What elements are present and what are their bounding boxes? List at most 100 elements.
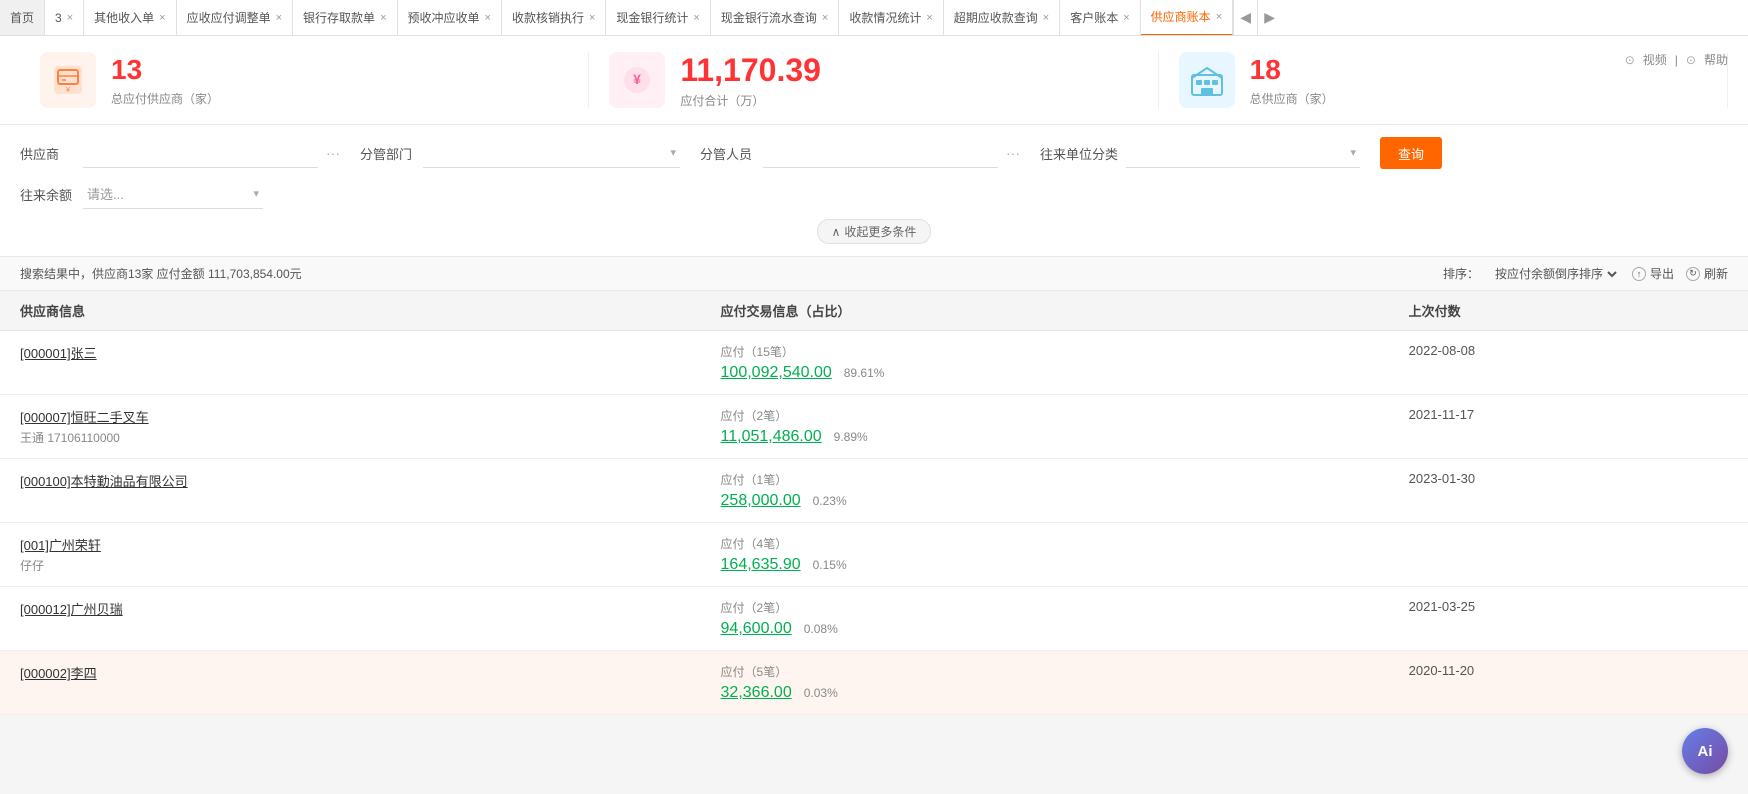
nav-tab-overdue-ar[interactable]: 超期应收款查询 × bbox=[944, 0, 1060, 36]
nav-tab-receipts-exec-close[interactable]: × bbox=[589, 12, 595, 24]
filter-balance-label: 往来余额 bbox=[20, 185, 75, 204]
table-row: [001]广州荣轩仔仔 应付（4笔） 164,635.900.15% bbox=[0, 523, 1748, 587]
transaction-label-3: 应付（4笔） bbox=[721, 535, 1369, 552]
date-cell-2: 2023-01-30 bbox=[1389, 459, 1748, 523]
transaction-amount-2[interactable]: 258,000.00 bbox=[721, 492, 801, 510]
top-navigation: 首页 3 × 其他收入单 × 应收应付调整单 × 银行存取款单 × 预收冲应收单… bbox=[0, 0, 1748, 36]
transaction-cell-4: 应付（2笔） 94,600.000.08% bbox=[701, 587, 1389, 651]
suppliers-icon-svg bbox=[1187, 60, 1227, 100]
top-right-links: ⊙ 视频 | ⊙ 帮助 bbox=[1625, 51, 1728, 68]
nav-tab-receipts-stats-label: 收款情况统计 bbox=[849, 9, 921, 26]
supplier-input[interactable] bbox=[83, 138, 318, 168]
nav-tab-ar-ap-adjust[interactable]: 应收应付调整单 × bbox=[177, 0, 293, 36]
video-link[interactable]: 视频 bbox=[1643, 51, 1667, 68]
nav-tab-prepaid-ar-label: 预收冲应收单 bbox=[408, 9, 480, 26]
nav-tab-customer-ledger-close[interactable]: × bbox=[1123, 12, 1129, 24]
search-button[interactable]: 查询 bbox=[1380, 137, 1442, 169]
sort-select[interactable]: 按应付余额倒序排序 按应付余额正序排序 按供应商名称排序 bbox=[1491, 266, 1620, 282]
date-cell-1: 2021-11-17 bbox=[1389, 395, 1748, 459]
supplier-link-3[interactable]: [001]广州荣轩 bbox=[20, 538, 101, 553]
last-date-1: 2021-11-17 bbox=[1409, 407, 1475, 422]
nav-tab-prepaid-ar[interactable]: 预收冲应收单 × bbox=[398, 0, 502, 36]
nav-tab-cash-bank-stats-close[interactable]: × bbox=[693, 12, 699, 24]
transaction-amount-0[interactable]: 100,092,540.00 bbox=[721, 364, 832, 382]
nav-tab-prepaid-ar-close[interactable]: × bbox=[485, 12, 491, 24]
supplier-link-0[interactable]: [000001]张三 bbox=[20, 346, 97, 361]
supplier-link-2[interactable]: [000100]本特勤油品有限公司 bbox=[20, 474, 188, 489]
transaction-pct-0: 89.61% bbox=[844, 366, 885, 380]
nav-prev-arrow[interactable]: ◀ bbox=[1233, 0, 1257, 36]
filter-area: 供应商 ··· 分管部门 ▾ 分管人员 ··· 往来单位分类 ▾ 查询 bbox=[0, 125, 1748, 257]
nav-tab-bank-deposit[interactable]: 银行存取款单 × bbox=[293, 0, 397, 36]
nav-tab-cash-bank-stats[interactable]: 现金银行统计 × bbox=[606, 0, 710, 36]
dept-select[interactable]: ▾ bbox=[423, 138, 680, 168]
transaction-amount-row-4: 94,600.000.08% bbox=[721, 620, 1369, 638]
nav-tab-3-close[interactable]: × bbox=[67, 12, 73, 24]
total-icon-svg: ¥ bbox=[619, 62, 655, 98]
nav-tab-ar-ap-adjust-close[interactable]: × bbox=[276, 12, 282, 24]
balance-select[interactable]: 请选... ▾ bbox=[83, 179, 263, 209]
supplier-link-5[interactable]: [000002]李四 bbox=[20, 666, 97, 681]
nav-tab-supplier-ledger[interactable]: 供应商账本 × bbox=[1141, 0, 1233, 36]
supplier-link-4[interactable]: [000012]广州贝瑞 bbox=[20, 602, 123, 617]
transaction-amount-row-5: 32,366.00 0.03% bbox=[721, 684, 1369, 702]
supplier-table: 供应商信息 应付交易信息（占比） 上次付数 [000001]张三应付（15笔）1… bbox=[0, 291, 1748, 715]
supplier-link-1[interactable]: [000007]恒旺二手叉车 bbox=[20, 410, 149, 425]
nav-tab-cash-bank-query-label: 现金银行流水查询 bbox=[721, 9, 817, 26]
nav-tab-home[interactable]: 首页 bbox=[0, 0, 45, 36]
transaction-pct-5: 0.03% bbox=[804, 686, 838, 700]
nav-tab-receipts-stats[interactable]: 收款情况统计 × bbox=[839, 0, 943, 36]
transaction-cell-0: 应付（15笔） 100,092,540.00 89.61% bbox=[701, 331, 1389, 395]
nav-tab-receipts-exec[interactable]: 收款核销执行 × bbox=[502, 0, 606, 36]
filter-unit-class-label: 往来单位分类 bbox=[1040, 144, 1118, 163]
summary-icon-payable: ¥ bbox=[40, 52, 96, 108]
nav-tab-overdue-ar-close[interactable]: × bbox=[1043, 12, 1049, 24]
supplier-sub-3: 仔仔 bbox=[20, 557, 681, 574]
summary-card-payable-total: ¥ 11,170.39 应付合计（万） bbox=[589, 51, 1158, 109]
ai-badge[interactable]: Ai bbox=[1682, 728, 1728, 774]
transaction-amount-row-3: 164,635.900.15% bbox=[721, 556, 1369, 574]
col-header-supplier: 供应商信息 bbox=[0, 291, 701, 331]
nav-tab-customer-ledger-label: 客户账本 bbox=[1070, 9, 1118, 26]
nav-tab-cash-bank-query[interactable]: 现金银行流水查询 × bbox=[711, 0, 839, 36]
summary-text-total: 11,170.39 应付合计（万） bbox=[680, 51, 1137, 109]
nav-next-arrow[interactable]: ▶ bbox=[1257, 0, 1281, 36]
nav-tab-other-income-close[interactable]: × bbox=[159, 12, 165, 24]
export-button[interactable]: ↑ 导出 bbox=[1632, 265, 1674, 282]
transaction-label-1: 应付（2笔） bbox=[721, 407, 1369, 424]
refresh-button[interactable]: ↻ 刷新 bbox=[1686, 265, 1728, 282]
nav-tab-cash-bank-query-close[interactable]: × bbox=[822, 12, 828, 24]
collapse-button[interactable]: ∧ 收起更多条件 bbox=[817, 219, 932, 244]
nav-tab-bank-deposit-label: 银行存取款单 bbox=[303, 9, 375, 26]
person-input[interactable] bbox=[763, 138, 998, 168]
video-circle-icon: ⊙ bbox=[1625, 53, 1635, 67]
transaction-amount-3[interactable]: 164,635.90 bbox=[721, 556, 801, 574]
summary-number-total: 11,170.39 bbox=[680, 51, 1137, 89]
filter-balance: 往来余额 请选... ▾ bbox=[20, 179, 340, 209]
supplier-cell-5: [000002]李四 bbox=[0, 651, 701, 715]
transaction-amount-5[interactable]: 32,366.00 bbox=[721, 684, 792, 702]
help-link[interactable]: 帮助 bbox=[1704, 51, 1728, 68]
nav-tab-customer-ledger[interactable]: 客户账本 × bbox=[1060, 0, 1140, 36]
transaction-pct-1: 9.89% bbox=[834, 430, 868, 444]
table-container: 供应商信息 应付交易信息（占比） 上次付数 [000001]张三应付（15笔）1… bbox=[0, 291, 1748, 715]
table-row: [000002]李四应付（5笔）32,366.000.03%2020-11-20 bbox=[0, 651, 1748, 715]
link-separator: | bbox=[1675, 53, 1678, 67]
summary-label-payable: 总应付供应商（家） bbox=[111, 90, 568, 107]
nav-tab-3[interactable]: 3 × bbox=[45, 0, 84, 36]
supplier-dots-icon[interactable]: ··· bbox=[326, 145, 340, 161]
nav-tab-bank-deposit-close[interactable]: × bbox=[380, 12, 386, 24]
transaction-amount-1[interactable]: 11,051,486.00 bbox=[721, 428, 822, 446]
nav-tab-other-income[interactable]: 其他收入单 × bbox=[84, 0, 176, 36]
summary-text-payable: 13 总应付供应商（家） bbox=[111, 53, 568, 107]
nav-tab-supplier-ledger-close[interactable]: × bbox=[1216, 11, 1222, 23]
unit-class-select[interactable]: ▾ bbox=[1126, 138, 1360, 168]
sort-label: 排序： bbox=[1443, 265, 1479, 282]
last-date-2: 2023-01-30 bbox=[1409, 471, 1476, 486]
transaction-amount-4[interactable]: 94,600.00 bbox=[721, 620, 792, 638]
transaction-label-0: 应付（15笔） bbox=[721, 343, 1369, 360]
nav-tab-receipts-stats-close[interactable]: × bbox=[926, 12, 932, 24]
transaction-label-4: 应付（2笔） bbox=[721, 599, 1369, 616]
person-dots-icon[interactable]: ··· bbox=[1006, 145, 1020, 161]
transaction-cell-3: 应付（4笔） 164,635.900.15% bbox=[701, 523, 1389, 587]
